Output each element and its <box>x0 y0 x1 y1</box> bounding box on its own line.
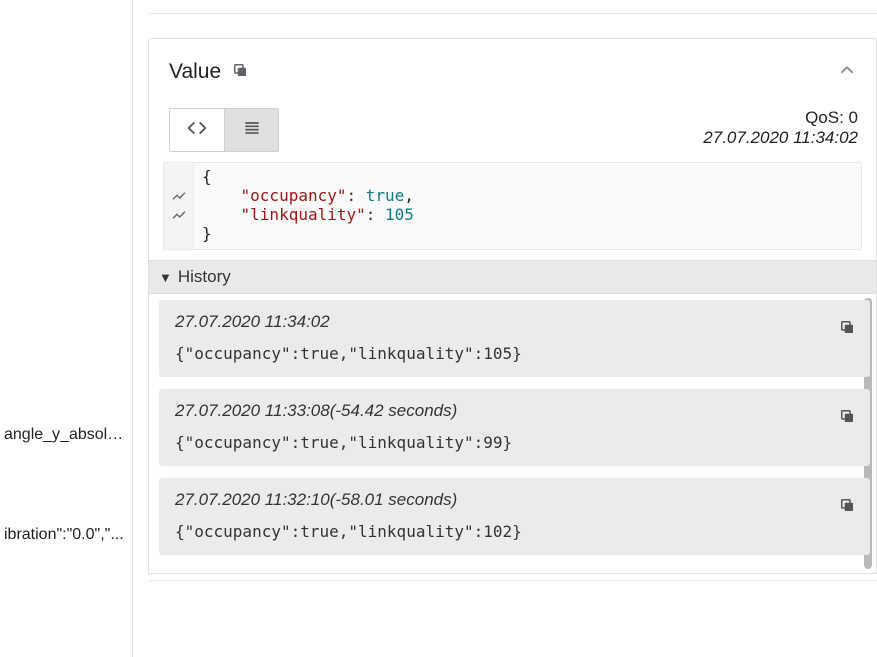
history-item-payload: {"occupancy":true,"linkquality":99} <box>175 433 854 452</box>
history-item-payload: {"occupancy":true,"linkquality":102} <box>175 522 854 541</box>
json-gutter <box>164 163 194 249</box>
code-icon <box>186 117 208 144</box>
history-item-timestamp: 27.07.2020 11:32:10(-58.01 seconds) <box>175 490 854 510</box>
history-item[interactable]: 27.07.2020 11:33:08(-54.42 seconds) {"oc… <box>159 389 870 466</box>
view-mode-toggle <box>169 108 279 152</box>
value-panel: Value <box>148 38 877 574</box>
copy-icon[interactable] <box>231 61 249 82</box>
tree-item[interactable]: angle_y_absolut... <box>0 424 132 446</box>
formatted-view-button[interactable] <box>224 109 278 151</box>
hamburger-icon <box>242 118 262 143</box>
split-handle[interactable]: ··· <box>127 0 133 657</box>
panel-title: Value <box>169 60 221 84</box>
chevron-up-icon[interactable] <box>836 59 858 84</box>
history-item-timestamp: 27.07.2020 11:33:08(-54.42 seconds) <box>175 401 854 421</box>
history-list: 27.07.2020 11:34:02 {"occupancy":true,"l… <box>149 294 876 573</box>
json-body[interactable]: { "occupancy": true, "linkquality": 105 … <box>194 163 861 249</box>
chart-line-icon[interactable] <box>171 186 187 205</box>
value-timestamp: 27.07.2020 11:34:02 <box>703 128 858 148</box>
raw-view-button[interactable] <box>170 109 224 151</box>
drag-dots-icon: ··· <box>129 386 133 402</box>
copy-icon[interactable] <box>838 407 856 428</box>
sidebar: angle_y_absolut... ibration":"0.0","... … <box>0 0 133 657</box>
history-toggle[interactable]: ▼ History <box>149 260 876 294</box>
chart-line-icon[interactable] <box>171 205 187 224</box>
topic-tree: angle_y_absolut... ibration":"0.0","... <box>0 0 132 546</box>
history-item-payload: {"occupancy":true,"linkquality":105} <box>175 344 854 363</box>
qos-label: QoS: 0 <box>703 108 858 128</box>
copy-icon[interactable] <box>838 318 856 339</box>
history-item[interactable]: 27.07.2020 11:34:02 {"occupancy":true,"l… <box>159 300 870 377</box>
triangle-down-icon: ▼ <box>159 270 172 285</box>
history-item-timestamp: 27.07.2020 11:34:02 <box>175 312 854 332</box>
history-item[interactable]: 27.07.2020 11:32:10(-58.01 seconds) {"oc… <box>159 478 870 555</box>
json-viewer: { "occupancy": true, "linkquality": 105 … <box>163 162 862 250</box>
history-title: History <box>178 267 231 287</box>
tree-item[interactable]: ibration":"0.0","... <box>0 524 132 546</box>
copy-icon[interactable] <box>838 496 856 517</box>
